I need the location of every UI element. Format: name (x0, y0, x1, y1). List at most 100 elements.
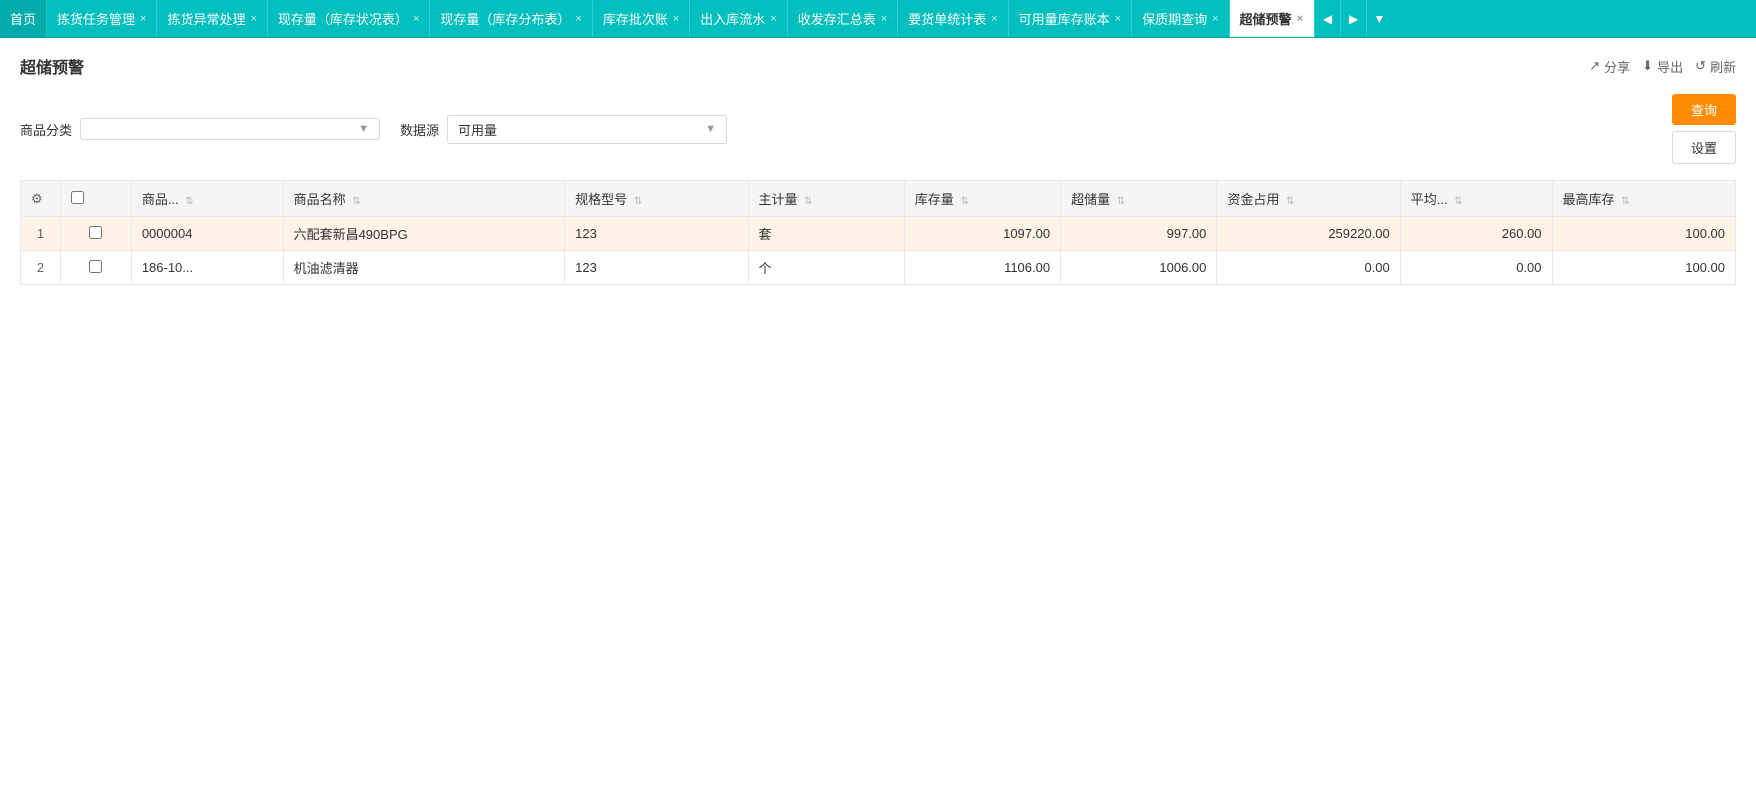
close-inventory-dist[interactable]: × (575, 13, 581, 25)
th-capital[interactable]: 资金占用 ⇅ (1217, 181, 1400, 217)
row-capital-0: 259220.00 (1217, 217, 1400, 251)
th-checkbox (61, 181, 132, 217)
table-row: 1 0000004 六配套新昌490BPG 123 套 1097.00 997.… (21, 217, 1736, 251)
refresh-icon: ↺ (1695, 58, 1706, 74)
settings-button[interactable]: 设置 (1672, 131, 1736, 164)
row-spec-0: 123 (565, 217, 748, 251)
close-inventory-status[interactable]: × (413, 13, 419, 25)
th-max-stock-sort: ⇅ (1621, 196, 1629, 207)
th-unit-label: 主计量 (759, 192, 798, 207)
nav-batch-account[interactable]: 库存批次账 × (593, 0, 690, 37)
row-max-stock-1: 100.00 (1552, 251, 1735, 285)
th-product-code-label: 商品... (142, 192, 179, 207)
table-header-row: ⚙ 商品... ⇅ 商品名称 ⇅ 规格型号 ⇅ 主计量 (21, 181, 1736, 217)
th-spec[interactable]: 规格型号 ⇅ (565, 181, 748, 217)
nav-prev-arrow[interactable]: ◀ (1314, 0, 1340, 37)
export-icon: ⬇ (1642, 58, 1653, 74)
th-over-storage-sort: ⇅ (1117, 196, 1125, 207)
close-receive-summary[interactable]: × (881, 13, 887, 25)
refresh-button[interactable]: ↺ 刷新 (1695, 57, 1736, 76)
th-product-code-sort: ⇅ (185, 196, 193, 207)
category-dropdown-arrow: ▼ (358, 123, 369, 135)
table-row: 2 186-10... 机油滤清器 123 个 1106.00 1006.00 … (21, 251, 1736, 285)
row-num-0: 1 (21, 217, 61, 251)
th-spec-label: 规格型号 (575, 192, 627, 207)
nav-receive-summary[interactable]: 收发存汇总表 × (788, 0, 898, 37)
th-product-name[interactable]: 商品名称 ⇅ (283, 181, 565, 217)
row-select-1[interactable] (89, 260, 102, 273)
select-all-checkbox[interactable] (71, 191, 84, 204)
share-button[interactable]: ↗ 分享 (1589, 57, 1630, 76)
data-table: ⚙ 商品... ⇅ 商品名称 ⇅ 规格型号 ⇅ 主计量 (20, 180, 1736, 285)
nav-next-arrow[interactable]: ▶ (1340, 0, 1366, 37)
th-stock[interactable]: 库存量 ⇅ (904, 181, 1060, 217)
datasource-label: 数据源 (400, 120, 439, 139)
share-icon: ↗ (1589, 58, 1600, 74)
row-avg-0: 260.00 (1400, 217, 1552, 251)
nav-available-account[interactable]: 可用量库存账本 × (1009, 0, 1132, 37)
nav-more-arrow[interactable]: ▼ (1366, 0, 1392, 37)
th-avg[interactable]: 平均... ⇅ (1400, 181, 1552, 217)
category-filter: 商品分类 ▼ (20, 118, 380, 140)
nav-order-stats[interactable]: 要货单统计表 × (898, 0, 1008, 37)
row-avg-1: 0.00 (1400, 251, 1552, 285)
row-max-stock-0: 100.00 (1552, 217, 1735, 251)
nav-home[interactable]: 首页 (0, 0, 47, 37)
th-unit[interactable]: 主计量 ⇅ (748, 181, 904, 217)
row-product-name-0: 六配套新昌490BPG (283, 217, 565, 251)
main-content: 超储预警 ↗ 分享 ⬇ 导出 ↺ 刷新 商品分类 ▼ 数据源 (0, 38, 1756, 800)
close-overstock-warning[interactable]: × (1297, 13, 1303, 25)
row-product-name-1: 机油滤清器 (283, 251, 565, 285)
th-max-stock-label: 最高库存 (1563, 192, 1615, 207)
th-unit-sort: ⇅ (804, 196, 812, 207)
filter-row: 商品分类 ▼ 数据源 可用量 ▼ 查询 设置 (20, 94, 1736, 164)
row-stock-1: 1106.00 (904, 251, 1060, 285)
datasource-dropdown-arrow: ▼ (705, 123, 716, 135)
th-max-stock[interactable]: 最高库存 ⇅ (1552, 181, 1735, 217)
datasource-select[interactable]: 可用量 ▼ (447, 115, 727, 144)
column-settings-icon[interactable]: ⚙ (31, 191, 43, 206)
nav-quality-period[interactable]: 保质期查询 × (1132, 0, 1229, 37)
page-title: 超储预警 (20, 54, 84, 78)
row-over-storage-1: 1006.00 (1061, 251, 1217, 285)
th-product-name-label: 商品名称 (294, 192, 346, 207)
close-available-account[interactable]: × (1115, 13, 1121, 25)
query-button[interactable]: 查询 (1672, 94, 1736, 125)
th-over-storage[interactable]: 超储量 ⇅ (1061, 181, 1217, 217)
th-avg-sort: ⇅ (1454, 196, 1462, 207)
close-quality-period[interactable]: × (1212, 13, 1218, 25)
row-checkbox-1[interactable] (61, 251, 132, 285)
category-label: 商品分类 (20, 120, 72, 139)
header-actions: ↗ 分享 ⬇ 导出 ↺ 刷新 (1589, 57, 1736, 76)
th-capital-label: 资金占用 (1227, 192, 1279, 207)
row-unit-0: 套 (748, 217, 904, 251)
nav-inventory-dist[interactable]: 现存量（库存分布表） × (430, 0, 592, 37)
nav-inout-flow[interactable]: 出入库流水 × (690, 0, 787, 37)
row-over-storage-0: 997.00 (1061, 217, 1217, 251)
row-product-code-1: 186-10... (131, 251, 283, 285)
row-checkbox-0[interactable] (61, 217, 132, 251)
close-pick-task[interactable]: × (140, 13, 146, 25)
th-product-code[interactable]: 商品... ⇅ (131, 181, 283, 217)
page-header: 超储预警 ↗ 分享 ⬇ 导出 ↺ 刷新 (20, 54, 1736, 78)
row-num-1: 2 (21, 251, 61, 285)
nav-inventory-status[interactable]: 现存量（库存状况表） × (268, 0, 430, 37)
th-over-storage-label: 超储量 (1071, 192, 1110, 207)
th-stock-sort: ⇅ (960, 196, 968, 207)
top-navigation: 首页 拣货任务管理 × 拣货异常处理 × 现存量（库存状况表） × 现存量（库存… (0, 0, 1756, 38)
close-inout-flow[interactable]: × (770, 13, 776, 25)
nav-overstock-warning[interactable]: 超储预警 × (1230, 0, 1314, 37)
th-product-name-sort: ⇅ (352, 196, 360, 207)
th-spec-sort: ⇅ (634, 196, 642, 207)
nav-pick-exception[interactable]: 拣货异常处理 × (157, 0, 267, 37)
close-pick-exception[interactable]: × (250, 13, 256, 25)
category-select[interactable]: ▼ (80, 118, 380, 140)
close-order-stats[interactable]: × (991, 13, 997, 25)
close-batch-account[interactable]: × (673, 13, 679, 25)
datasource-filter: 数据源 可用量 ▼ (400, 115, 727, 144)
export-button[interactable]: ⬇ 导出 (1642, 57, 1683, 76)
row-select-0[interactable] (89, 226, 102, 239)
th-avg-label: 平均... (1411, 192, 1448, 207)
th-settings[interactable]: ⚙ (21, 181, 61, 217)
nav-pick-task[interactable]: 拣货任务管理 × (47, 0, 157, 37)
